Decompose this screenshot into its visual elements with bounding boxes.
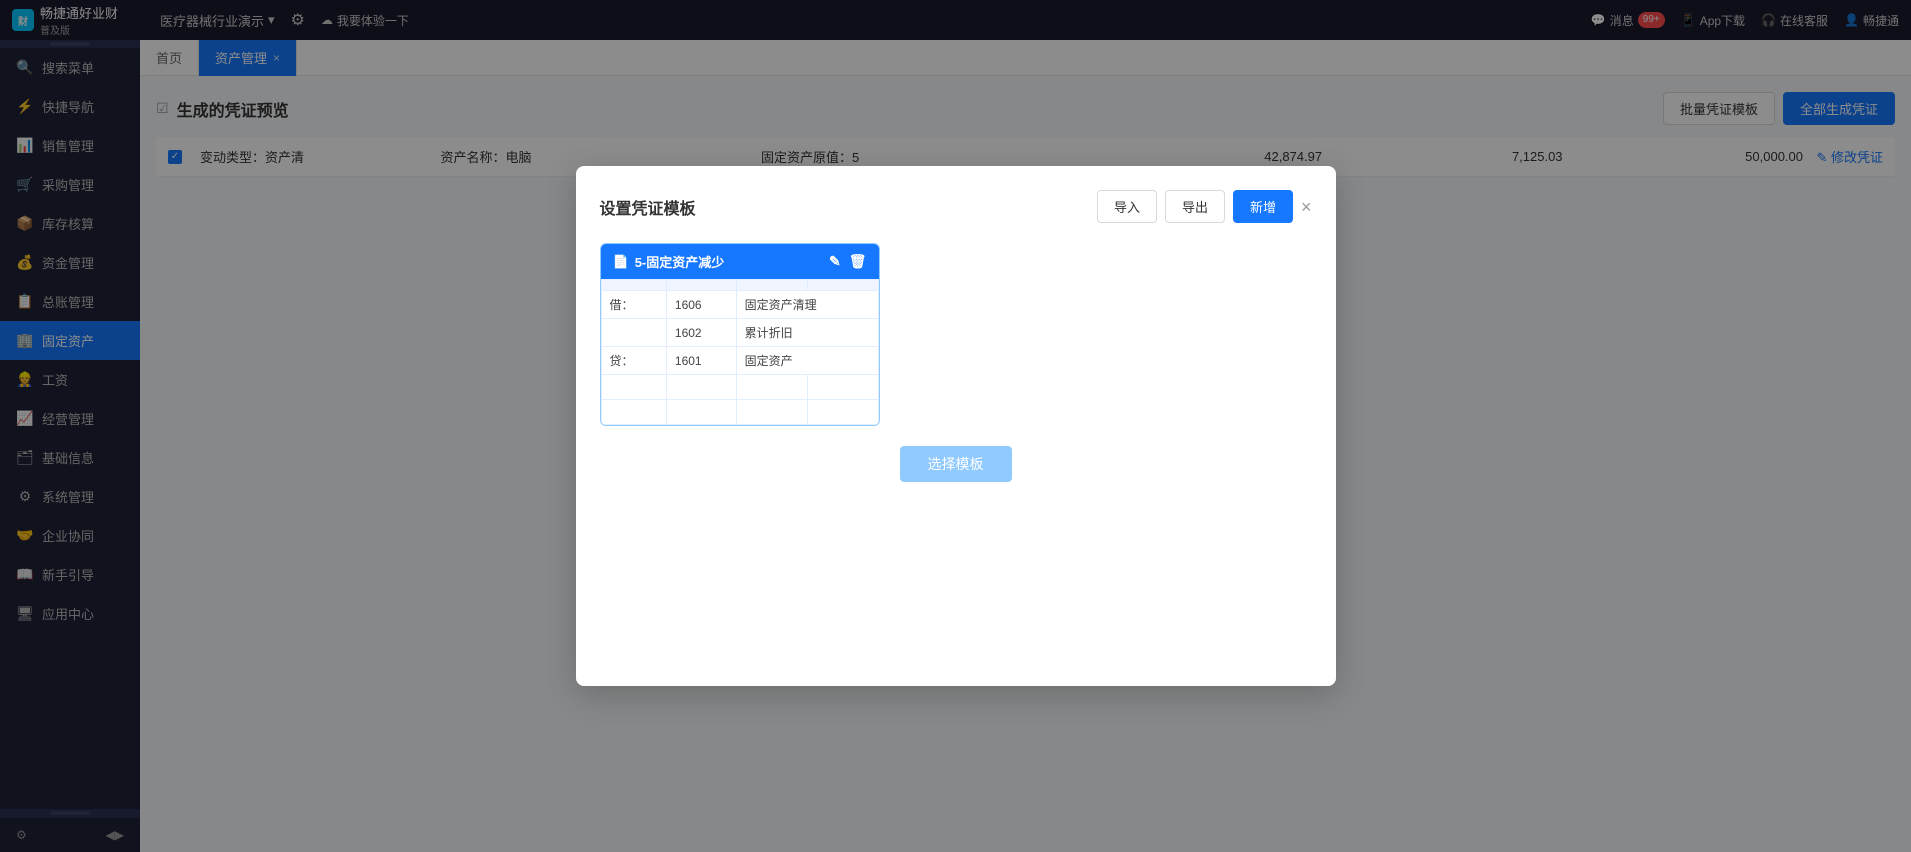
entry-account-1: 固定资产清理 bbox=[736, 291, 878, 319]
entry-row-1: 借： 1606 固定资产清理 bbox=[601, 291, 878, 319]
entry-row-3: 贷： 1601 固定资产 bbox=[601, 347, 878, 375]
template-actions: ✎ 🗑 bbox=[829, 253, 867, 270]
dialog-toolbar: 导入 导出 新增 bbox=[1097, 190, 1293, 223]
dialog: 设置凭证模板 导入 导出 新增 × 📄 5-固定资产减少 bbox=[576, 166, 1336, 686]
template-table: 借： 1606 固定资产清理 1602 累计折旧 贷： 1601 固定资产 bbox=[601, 279, 879, 425]
template-edit-icon[interactable]: ✎ bbox=[829, 253, 841, 270]
dialog-close-icon[interactable]: × bbox=[1301, 198, 1312, 216]
template-card: 📄 5-固定资产减少 ✎ 🗑 bbox=[600, 243, 880, 426]
entry-account-3: 固定资产 bbox=[736, 347, 878, 375]
entry-code-1: 1606 bbox=[666, 291, 736, 319]
dialog-body: 📄 5-固定资产减少 ✎ 🗑 bbox=[600, 243, 1312, 662]
entry-side-1: 借： bbox=[601, 291, 666, 319]
import-button[interactable]: 导入 bbox=[1097, 190, 1157, 223]
dialog-overlay: 设置凭证模板 导入 导出 新增 × 📄 5-固定资产减少 bbox=[0, 0, 1911, 852]
template-header-left: 📄 5-固定资产减少 bbox=[613, 252, 725, 271]
template-number-name: 5-固定资产减少 bbox=[635, 252, 725, 271]
entry-row-2: 1602 累计折旧 bbox=[601, 319, 878, 347]
dialog-header: 设置凭证模板 导入 导出 新增 × bbox=[600, 190, 1312, 223]
dialog-header-right: 导入 导出 新增 × bbox=[1097, 190, 1312, 223]
entry-account-2: 累计折旧 bbox=[736, 319, 878, 347]
template-doc-icon: 📄 bbox=[613, 254, 629, 270]
select-template-button[interactable]: 选择模板 bbox=[900, 446, 1012, 482]
entry-side-2 bbox=[601, 319, 666, 347]
entry-code-3: 1601 bbox=[666, 347, 736, 375]
entry-side-3: 贷： bbox=[601, 347, 666, 375]
table-header-row bbox=[601, 280, 878, 291]
entry-row-empty-2 bbox=[601, 400, 878, 425]
template-delete-icon[interactable]: 🗑 bbox=[849, 253, 867, 270]
dialog-title: 设置凭证模板 bbox=[600, 195, 696, 219]
entry-code-2: 1602 bbox=[666, 319, 736, 347]
new-button[interactable]: 新增 bbox=[1233, 190, 1293, 223]
entry-row-empty-1 bbox=[601, 375, 878, 400]
template-card-header: 📄 5-固定资产减少 ✎ 🗑 bbox=[601, 244, 879, 279]
export-button[interactable]: 导出 bbox=[1165, 190, 1225, 223]
